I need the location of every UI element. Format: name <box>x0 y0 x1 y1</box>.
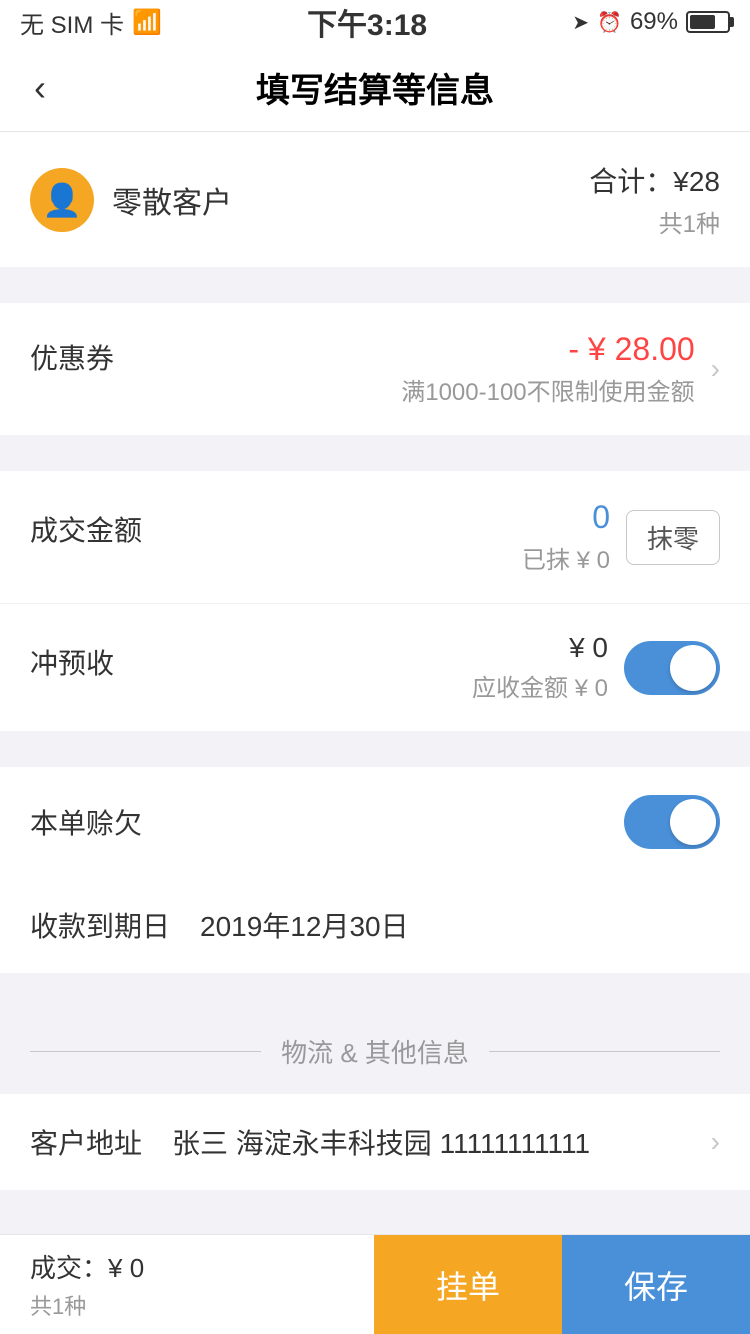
due-date-label: 收款到期日 <box>30 905 170 945</box>
deal-amount-row: 成交金额 0 已抹 ¥ 0 抹零 <box>0 471 750 603</box>
prepay-value-wrap: ¥ 0 应收金额 ¥ 0 <box>472 632 608 703</box>
coupon-right: - ¥ 28.00 满1000-100不限制使用金额 › <box>401 331 720 407</box>
battery-icon <box>686 11 730 33</box>
section-line-left <box>30 1051 261 1052</box>
debit-label: 本单赊欠 <box>30 802 142 842</box>
coupon-card: 优惠券 - ¥ 28.00 满1000-100不限制使用金额 › <box>0 303 750 435</box>
customer-left: 👤 零散客户 <box>30 168 232 232</box>
coupon-label: 优惠券 <box>30 331 114 377</box>
debit-toggle[interactable] <box>624 795 720 849</box>
prepay-toggle[interactable] <box>624 641 720 695</box>
time-display: 下午3:18 <box>307 0 427 44</box>
prepay-right: ¥ 0 应收金额 ¥ 0 <box>472 632 720 703</box>
address-card: 客户地址 张三 海淀永丰科技园 11111111111 › <box>0 1094 750 1190</box>
page-title: 填写结算等信息 <box>256 63 494 112</box>
total-amount: 合计：¥28 <box>589 160 720 200</box>
wifi-icon: 📶 <box>132 8 162 37</box>
content-area: 👤 零散客户 合计：¥28 共1种 优惠券 - ¥ 28.00 满1000-10… <box>0 132 750 1326</box>
status-bar: 无 SIM 卡 📶 下午3:18 ➤ ⏰ 69% <box>0 0 750 44</box>
divider-3 <box>0 747 750 767</box>
address-label: 客户地址 <box>30 1122 142 1162</box>
round-zero-button[interactable]: 抹零 <box>626 510 720 565</box>
chevron-icon: › <box>711 353 720 385</box>
bottom-deal-row: 成交：¥ 0 <box>30 1248 344 1285</box>
save-button[interactable]: 保存 <box>562 1235 750 1334</box>
nav-bar: ‹ 填写结算等信息 <box>0 44 750 132</box>
address-row[interactable]: 客户地址 张三 海淀永丰科技园 11111111111 › <box>0 1094 750 1190</box>
prepay-amount: ¥ 0 <box>472 632 608 664</box>
pending-button[interactable]: 挂单 <box>374 1235 562 1334</box>
deal-amount-right: 0 已抹 ¥ 0 抹零 <box>522 499 720 575</box>
address-value: 张三 海淀永丰科技园 11111111111 <box>172 1122 711 1162</box>
bottom-bar: 成交：¥ 0 共1种 挂单 保存 <box>0 1234 750 1334</box>
deal-amount-sub: 已抹 ¥ 0 <box>522 540 610 575</box>
deal-amount-value: 0 <box>522 499 610 536</box>
bottom-count: 共1种 <box>30 1289 344 1321</box>
divider-1 <box>0 283 750 303</box>
total-count: 共1种 <box>589 204 720 239</box>
divider-4 <box>0 989 750 1009</box>
coupon-description: 满1000-100不限制使用金额 <box>401 372 694 407</box>
bottom-deal-amount: ¥ 0 <box>108 1253 144 1283</box>
customer-card: 👤 零散客户 合计：¥28 共1种 <box>0 132 750 267</box>
amount-card: 成交金额 0 已抹 ¥ 0 抹零 冲预收 ¥ 0 应收金额 ¥ 0 <box>0 471 750 731</box>
coupon-discount: - ¥ 28.00 <box>401 331 694 368</box>
logistics-label: 物流 & 其他信息 <box>281 1033 469 1070</box>
coupon-value-wrap: - ¥ 28.00 满1000-100不限制使用金额 <box>401 331 694 407</box>
status-left: 无 SIM 卡 📶 <box>20 5 162 40</box>
prepay-row: 冲预收 ¥ 0 应收金额 ¥ 0 <box>0 603 750 731</box>
status-right: ➤ ⏰ 69% <box>572 8 730 36</box>
customer-right: 合计：¥28 共1种 <box>589 160 720 239</box>
customer-row: 👤 零散客户 合计：¥28 共1种 <box>0 132 750 267</box>
bottom-info: 成交：¥ 0 共1种 <box>0 1235 374 1334</box>
avatar-icon: 👤 <box>42 181 82 219</box>
customer-name: 零散客户 <box>112 178 232 222</box>
coupon-row[interactable]: 优惠券 - ¥ 28.00 满1000-100不限制使用金额 › <box>0 303 750 435</box>
prepay-label: 冲预收 <box>30 632 114 682</box>
battery-percent: 69% <box>630 8 678 36</box>
debit-row: 本单赊欠 <box>0 767 750 877</box>
prepay-sub: 应收金额 ¥ 0 <box>472 668 608 703</box>
due-date-row: 收款到期日 2019年12月30日 <box>0 877 750 973</box>
location-icon: ➤ <box>572 10 589 35</box>
deal-amount-wrap: 0 已抹 ¥ 0 <box>522 499 610 575</box>
carrier-text: 无 SIM 卡 <box>20 5 124 40</box>
debit-card: 本单赊欠 收款到期日 2019年12月30日 <box>0 767 750 973</box>
logistics-section-header: 物流 & 其他信息 <box>0 1009 750 1094</box>
address-chevron-icon: › <box>711 1126 720 1158</box>
alarm-icon: ⏰ <box>597 10 622 35</box>
divider-2 <box>0 451 750 471</box>
avatar: 👤 <box>30 168 94 232</box>
back-button[interactable]: ‹ <box>24 57 56 119</box>
bottom-deal-label: 成交： <box>30 1253 108 1283</box>
due-date-value: 2019年12月30日 <box>200 905 409 945</box>
section-line-right <box>489 1051 720 1052</box>
deal-amount-label: 成交金额 <box>30 499 142 549</box>
